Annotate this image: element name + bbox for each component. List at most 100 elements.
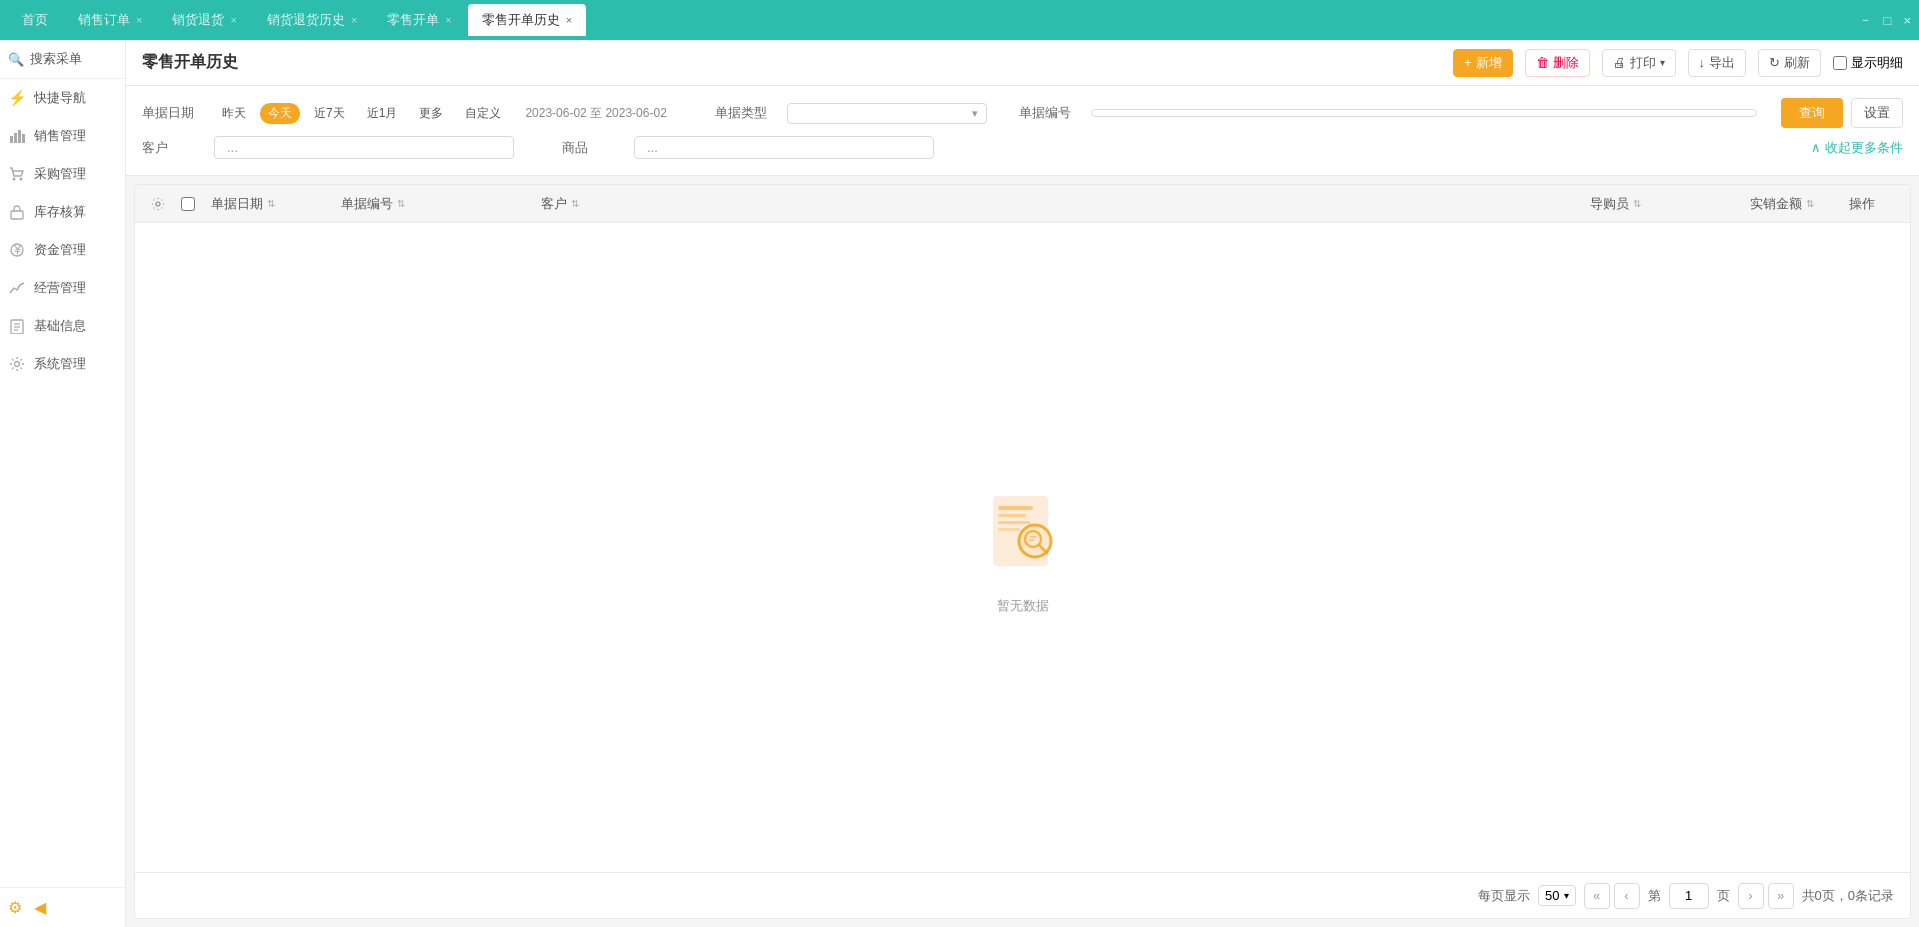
next-page-button[interactable]: › (1738, 883, 1764, 909)
print-chevron-icon: ▾ (1660, 57, 1665, 68)
close-tab-sales-return[interactable]: × (230, 14, 236, 26)
close-tab-sales-return-history[interactable]: × (351, 14, 357, 26)
customer-input[interactable]: ... (214, 136, 514, 159)
print-icon: 🖨 (1613, 55, 1626, 70)
refresh-button[interactable]: ↻ 刷新 (1758, 49, 1821, 77)
svg-rect-18 (998, 521, 1030, 524)
collapse-icon: ∧ (1811, 140, 1821, 155)
svg-rect-2 (18, 130, 21, 143)
add-button[interactable]: + 新增 (1453, 49, 1513, 77)
tab-retail-open-history[interactable]: 零售开单历史 × (468, 4, 586, 36)
page-size-arrow-icon: ▾ (1564, 890, 1569, 901)
doctype-arrow-icon: ▾ (972, 107, 978, 120)
date-custom[interactable]: 自定义 (457, 103, 509, 124)
sort-customer-icon[interactable]: ⇅ (571, 198, 579, 209)
settings-icon-btn[interactable]: ⚙ (8, 898, 22, 917)
page-nav: « ‹ 第 页 › » (1584, 883, 1794, 909)
refresh-icon: ↻ (1769, 55, 1780, 70)
date-more[interactable]: 更多 (411, 103, 451, 124)
sidebar-item-purchase-mgmt[interactable]: 采购管理 (0, 155, 125, 193)
settings-filter-button[interactable]: 设置 (1851, 98, 1903, 128)
filter-row-2: 客户 ... 商品 ... ∧ 收起更多条件 (142, 136, 1903, 159)
date-options: 昨天 今天 近7天 近1月 更多 自定义 (214, 103, 509, 124)
date-last1month[interactable]: 近1月 (359, 103, 406, 124)
window-controls: － □ × (1859, 11, 1911, 29)
display-detail-wrap: 显示明细 (1833, 54, 1903, 72)
per-page-label: 每页显示 (1478, 887, 1530, 905)
th-number: 单据编号 ⇅ (333, 195, 533, 213)
sort-amount-icon[interactable]: ⇅ (1806, 198, 1814, 209)
delete-button[interactable]: 🗑 删除 (1525, 49, 1590, 77)
filter-row-1: 单据日期 昨天 今天 近7天 近1月 更多 自定义 2023-06-02 至 2… (142, 98, 1903, 128)
sidebar-item-system[interactable]: 系统管理 (0, 345, 125, 383)
sidebar-item-sales-mgmt[interactable]: 销售管理 (0, 117, 125, 155)
empty-state: 暂无数据 (135, 223, 1910, 872)
svg-point-14 (156, 202, 160, 206)
sidebar: 🔍 搜索采单 ⚡ 快捷导航 销售管理 采购管理 库存核算 (0, 40, 126, 927)
sidebar-item-base-info[interactable]: 基础信息 (0, 307, 125, 345)
svg-point-5 (20, 178, 23, 181)
maximize-button[interactable]: □ (1884, 13, 1892, 28)
pagination: 每页显示 50 ▾ « ‹ 第 页 › » 共0页，0条记录 (135, 872, 1910, 918)
date-yesterday[interactable]: 昨天 (214, 103, 254, 124)
date-last7days[interactable]: 近7天 (306, 103, 353, 124)
th-amount: 实销金额 ⇅ (1702, 195, 1822, 213)
sort-date-icon[interactable]: ⇅ (267, 198, 275, 209)
close-button[interactable]: × (1903, 13, 1911, 28)
first-page-button[interactable]: « (1584, 883, 1610, 909)
select-all-checkbox[interactable] (181, 197, 195, 211)
sidebar-item-quick-nav[interactable]: ⚡ 快捷导航 (0, 79, 125, 117)
docnumber-label: 单据编号 (1019, 104, 1075, 122)
collapse-sidebar-btn[interactable]: ◀ (34, 898, 46, 917)
table-area: 单据日期 ⇅ 单据编号 ⇅ 客户 ⇅ 导购员 ⇅ 实销金额 ⇅ (134, 184, 1911, 919)
base-info-icon (8, 317, 26, 335)
print-button[interactable]: 🖨 打印 ▾ (1602, 49, 1676, 77)
last-page-button[interactable]: » (1768, 883, 1794, 909)
search-icon: 🔍 (8, 52, 24, 67)
close-tab-retail-open-history[interactable]: × (566, 14, 572, 26)
search-button[interactable]: 查询 (1781, 98, 1843, 128)
th-date: 单据日期 ⇅ (203, 195, 333, 213)
sort-guide-icon[interactable]: ⇅ (1633, 198, 1641, 209)
docnumber-input[interactable] (1091, 109, 1757, 117)
top-tabbar: 首页 销售订单 × 销货退货 × 销货退货历史 × 零售开单 × 零售开单历史 … (0, 0, 1919, 40)
close-tab-sales-order[interactable]: × (136, 14, 142, 26)
close-tab-retail-open[interactable]: × (445, 14, 451, 26)
sidebar-item-operations[interactable]: 经营管理 (0, 269, 125, 307)
prev-page-button[interactable]: ‹ (1614, 883, 1640, 909)
page-number-input[interactable] (1669, 883, 1709, 909)
date-label: 单据日期 (142, 104, 198, 122)
goods-label: 商品 (562, 139, 618, 157)
sidebar-search[interactable]: 🔍 搜索采单 (0, 40, 125, 79)
export-icon: ↓ (1699, 55, 1706, 70)
sidebar-bottom: ⚙ ◀ (0, 887, 125, 927)
tab-sales-return-history[interactable]: 销货退货历史 × (253, 4, 371, 36)
tab-sales-return[interactable]: 销货退货 × (158, 4, 250, 36)
goods-input[interactable]: ... (634, 136, 934, 159)
table-settings-icon[interactable] (143, 197, 173, 211)
svg-rect-1 (14, 133, 17, 143)
sort-number-icon[interactable]: ⇅ (397, 198, 405, 209)
tab-retail-open[interactable]: 零售开单 × (373, 4, 465, 36)
sidebar-item-inventory[interactable]: 库存核算 (0, 193, 125, 231)
th-action: 操作 (1822, 195, 1902, 213)
svg-point-13 (15, 362, 20, 367)
customer-label: 客户 (142, 139, 198, 157)
svg-rect-17 (998, 514, 1026, 517)
main-layout: 🔍 搜索采单 ⚡ 快捷导航 销售管理 采购管理 库存核算 (0, 40, 1919, 927)
display-detail-checkbox[interactable] (1833, 56, 1847, 70)
table-header-checkbox[interactable] (173, 197, 203, 211)
page-size-select[interactable]: 50 ▾ (1538, 885, 1575, 906)
minimize-button[interactable]: － (1859, 11, 1872, 29)
export-button[interactable]: ↓ 导出 (1688, 49, 1747, 77)
filter-area: 单据日期 昨天 今天 近7天 近1月 更多 自定义 2023-06-02 至 2… (126, 86, 1919, 176)
collapse-filter-btn[interactable]: ∧ 收起更多条件 (1811, 139, 1903, 157)
doctype-select[interactable]: ▾ (787, 103, 987, 124)
tab-home[interactable]: 首页 (8, 4, 62, 36)
date-today[interactable]: 今天 (260, 103, 300, 124)
finance-icon: ¥ (8, 241, 26, 259)
page-header: 零售开单历史 + 新增 🗑 删除 🖨 打印 ▾ ↓ 导出 ↻ 刷新 (126, 40, 1919, 86)
tab-sales-order[interactable]: 销售订单 × (64, 4, 156, 36)
svg-rect-19 (998, 528, 1020, 531)
sidebar-item-finance[interactable]: ¥ 资金管理 (0, 231, 125, 269)
